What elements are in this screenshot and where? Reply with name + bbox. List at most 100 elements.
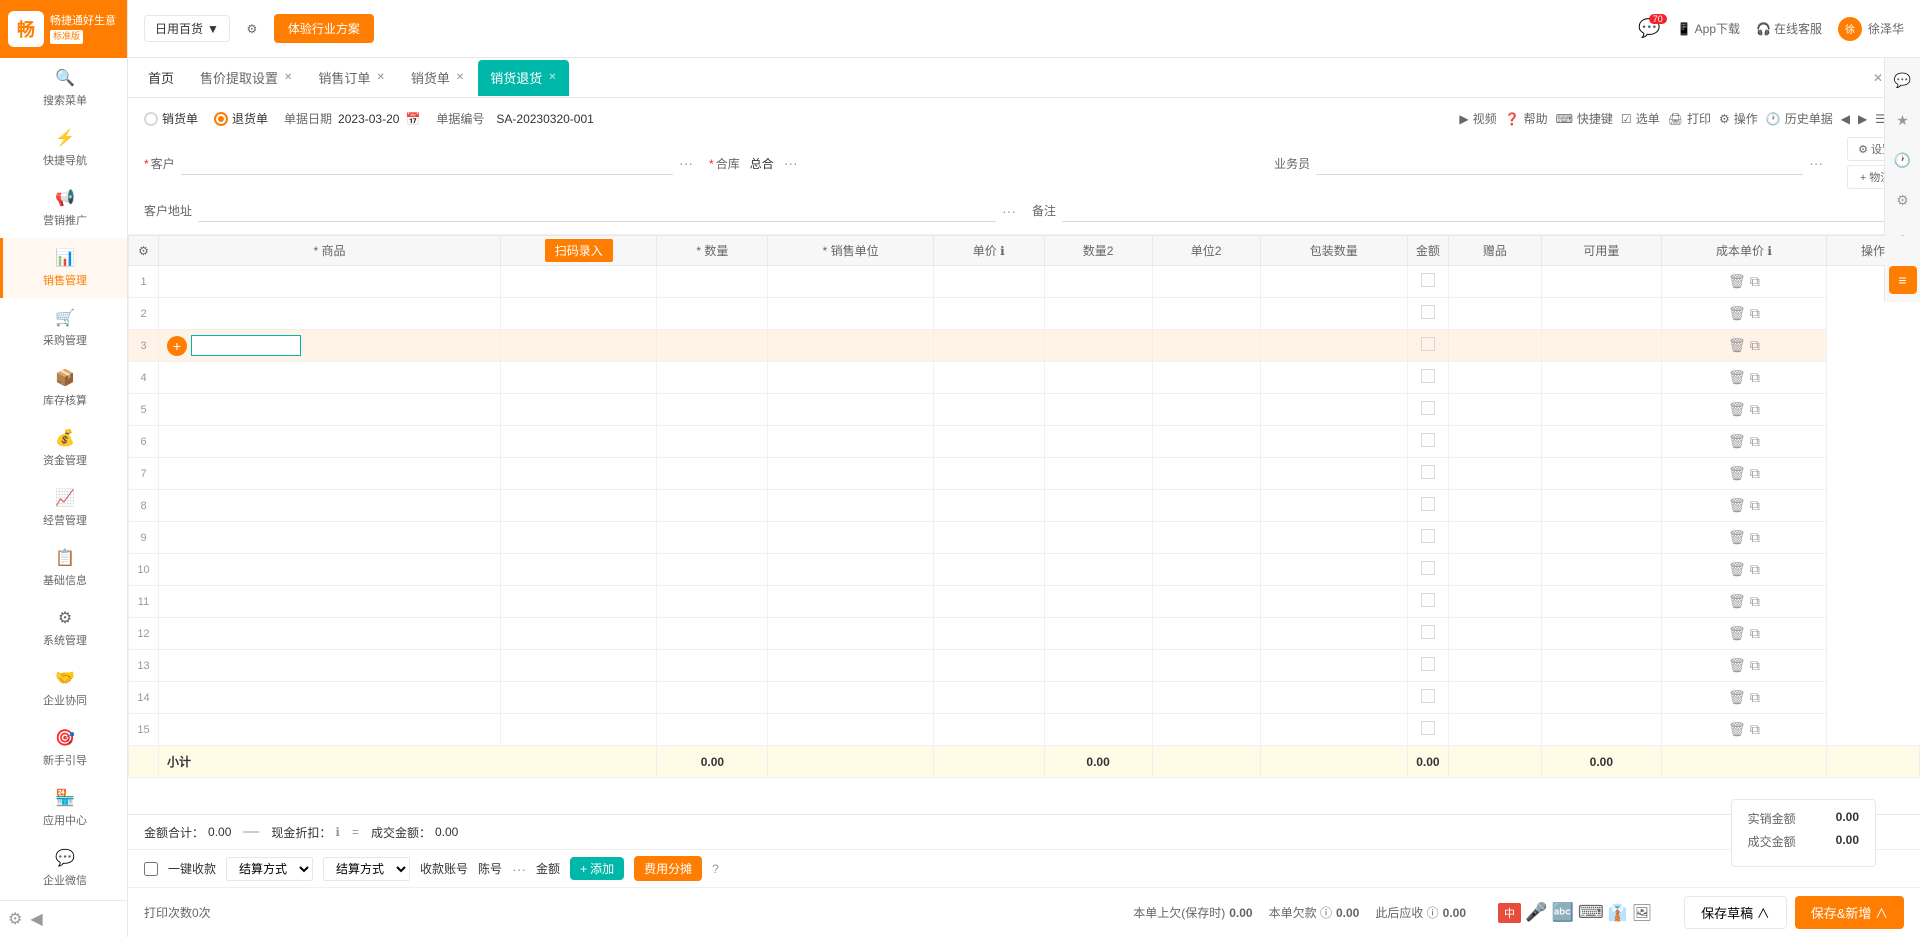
delete-row-btn[interactable]: 🗑	[1728, 497, 1746, 514]
tab-price-setting[interactable]: 售价提取设置 ✕	[188, 60, 304, 96]
next-record-btn[interactable]: ▶	[1858, 112, 1867, 126]
gift-checkbox[interactable]	[1421, 497, 1435, 511]
print-btn[interactable]: 🖨 打印	[1668, 110, 1711, 127]
add-fee-btn[interactable]: + 添加	[570, 857, 624, 880]
scan-enter-btn[interactable]: 扫码录入	[545, 239, 613, 262]
copy-row-btn[interactable]: ⧉	[1750, 529, 1760, 546]
radio-return[interactable]: 退货单	[214, 110, 268, 127]
gift-checkbox[interactable]	[1421, 721, 1435, 735]
user-profile[interactable]: 徐 徐泽华	[1838, 17, 1904, 41]
copy-row-btn[interactable]: ⧉	[1750, 721, 1760, 738]
tab-close-sales[interactable]: ✕	[456, 72, 464, 83]
right-icon-settings[interactable]: ⚙	[1889, 186, 1917, 214]
settings-icon[interactable]: ⚙	[8, 909, 22, 929]
gift-checkbox[interactable]	[1421, 273, 1435, 287]
delete-row-btn[interactable]: 🗑	[1728, 401, 1746, 418]
right-icon-history[interactable]: 🕐	[1889, 146, 1917, 174]
gift-checkbox[interactable]	[1421, 433, 1435, 447]
gift-checkbox[interactable]	[1421, 337, 1435, 351]
delete-row-btn[interactable]: 🗑	[1728, 689, 1746, 706]
gift-checkbox[interactable]	[1421, 465, 1435, 479]
sidebar-item-1[interactable]: ⚡快捷导航	[0, 118, 127, 178]
salesperson-more-icon[interactable]: ···	[1809, 155, 1823, 171]
delete-row-btn[interactable]: 🗑	[1728, 721, 1746, 738]
delete-row-btn[interactable]: 🗑	[1728, 561, 1746, 578]
radio-sales[interactable]: 销货单	[144, 110, 198, 127]
address-input[interactable]	[198, 199, 996, 222]
online-service-link[interactable]: 🎧 在线客服	[1756, 20, 1822, 37]
calc-method-select[interactable]: 结算方式	[323, 857, 410, 881]
sidebar-item-6[interactable]: 💰资金管理	[0, 418, 127, 478]
history-btn[interactable]: 🕐 历史单据	[1766, 110, 1833, 127]
gift-checkbox[interactable]	[1421, 561, 1435, 575]
product-input[interactable]	[191, 335, 301, 356]
one-click-checkbox[interactable]	[144, 862, 158, 876]
save-draft-btn[interactable]: 保存草稿 ∧	[1684, 896, 1787, 929]
sidebar-item-7[interactable]: 📈经营管理	[0, 478, 127, 538]
daily-goods-select[interactable]: 日用百货 ▼	[144, 15, 230, 42]
add-row-btn[interactable]: +	[167, 336, 187, 356]
copy-row-btn[interactable]: ⧉	[1750, 561, 1760, 578]
th-scan[interactable]: 扫码录入	[501, 236, 657, 266]
gift-checkbox[interactable]	[1421, 529, 1435, 543]
fee-help-icon[interactable]: ?	[712, 862, 719, 876]
collapse-icon[interactable]: ◀	[30, 909, 42, 929]
customer-more-icon[interactable]: ···	[679, 155, 693, 171]
th-settings[interactable]: ⚙	[129, 236, 159, 266]
copy-row-btn[interactable]: ⧉	[1750, 305, 1760, 322]
copy-row-btn[interactable]: ⧉	[1750, 497, 1760, 514]
operate-btn[interactable]: ⚙ 操作	[1719, 110, 1758, 127]
tab-close-price[interactable]: ✕	[284, 72, 292, 83]
remark-input[interactable]	[1062, 199, 1904, 222]
select-btn[interactable]: ☑ 选单	[1621, 110, 1660, 127]
sidebar-item-3[interactable]: 📊销售管理	[0, 238, 127, 298]
gift-checkbox[interactable]	[1421, 625, 1435, 639]
sidebar-item-0[interactable]: 🔍搜索菜单	[0, 58, 127, 118]
fee-split-btn[interactable]: 费用分摊	[634, 856, 702, 881]
shortcuts-btn[interactable]: ⌨ 快捷键	[1556, 110, 1613, 127]
tab-close-return[interactable]: ✕	[548, 72, 556, 83]
copy-row-btn[interactable]: ⧉	[1750, 465, 1760, 482]
delete-row-btn[interactable]: 🗑	[1728, 337, 1746, 354]
delete-row-btn[interactable]: 🗑	[1728, 433, 1746, 450]
copy-row-btn[interactable]: ⧉	[1750, 689, 1760, 706]
delete-row-btn[interactable]: 🗑	[1728, 369, 1746, 386]
video-btn[interactable]: ▶ 视频	[1459, 110, 1496, 127]
delete-row-btn[interactable]: 🗑	[1728, 305, 1746, 322]
delete-row-btn[interactable]: 🗑	[1728, 593, 1746, 610]
tab-home[interactable]: 首页	[136, 60, 186, 96]
gift-checkbox[interactable]	[1421, 305, 1435, 319]
copy-row-btn[interactable]: ⧉	[1750, 273, 1760, 290]
gift-checkbox[interactable]	[1421, 369, 1435, 383]
sidebar-item-10[interactable]: 🤝企业协同	[0, 658, 127, 718]
discount-info-icon[interactable]: ℹ	[335, 825, 340, 839]
copy-row-btn[interactable]: ⧉	[1750, 369, 1760, 386]
sidebar-item-8[interactable]: 📋基础信息	[0, 538, 127, 598]
salesperson-input[interactable]	[1316, 152, 1803, 175]
tab-close-sales-order[interactable]: ✕	[376, 72, 384, 83]
delete-row-btn[interactable]: 🗑	[1728, 657, 1746, 674]
account-more-icon[interactable]: ···	[512, 861, 526, 877]
delete-row-btn[interactable]: 🗑	[1728, 529, 1746, 546]
sidebar-item-11[interactable]: 🎯新手引导	[0, 718, 127, 778]
sidebar-item-9[interactable]: ⚙系统管理	[0, 598, 127, 658]
copy-row-btn[interactable]: ⧉	[1750, 337, 1760, 354]
tab-sales-return[interactable]: 销货退货 ✕	[478, 60, 568, 96]
app-download-link[interactable]: 📱 App下载	[1677, 20, 1740, 37]
delete-row-btn[interactable]: 🗑	[1728, 625, 1746, 642]
sidebar-item-13[interactable]: 💬企业微信	[0, 838, 127, 898]
account-method-select[interactable]: 结算方式	[226, 857, 313, 881]
right-icon-active[interactable]: ≡	[1889, 266, 1917, 294]
right-icon-message[interactable]: 💬	[1889, 66, 1917, 94]
delete-row-btn[interactable]: 🗑	[1728, 465, 1746, 482]
help-btn[interactable]: ❓ 帮助	[1505, 110, 1548, 127]
tab-sales-order[interactable]: 销售订单 ✕	[306, 60, 396, 96]
gift-checkbox[interactable]	[1421, 593, 1435, 607]
header-gear-button[interactable]: ⚙	[238, 15, 266, 43]
copy-row-btn[interactable]: ⧉	[1750, 401, 1760, 418]
address-more-icon[interactable]: ···	[1002, 203, 1016, 219]
sidebar-item-2[interactable]: 📢营销推广	[0, 178, 127, 238]
message-icon[interactable]: 💬 70	[1638, 18, 1660, 39]
save-new-btn[interactable]: 保存&新增 ∧	[1795, 896, 1904, 929]
copy-row-btn[interactable]: ⧉	[1750, 433, 1760, 450]
